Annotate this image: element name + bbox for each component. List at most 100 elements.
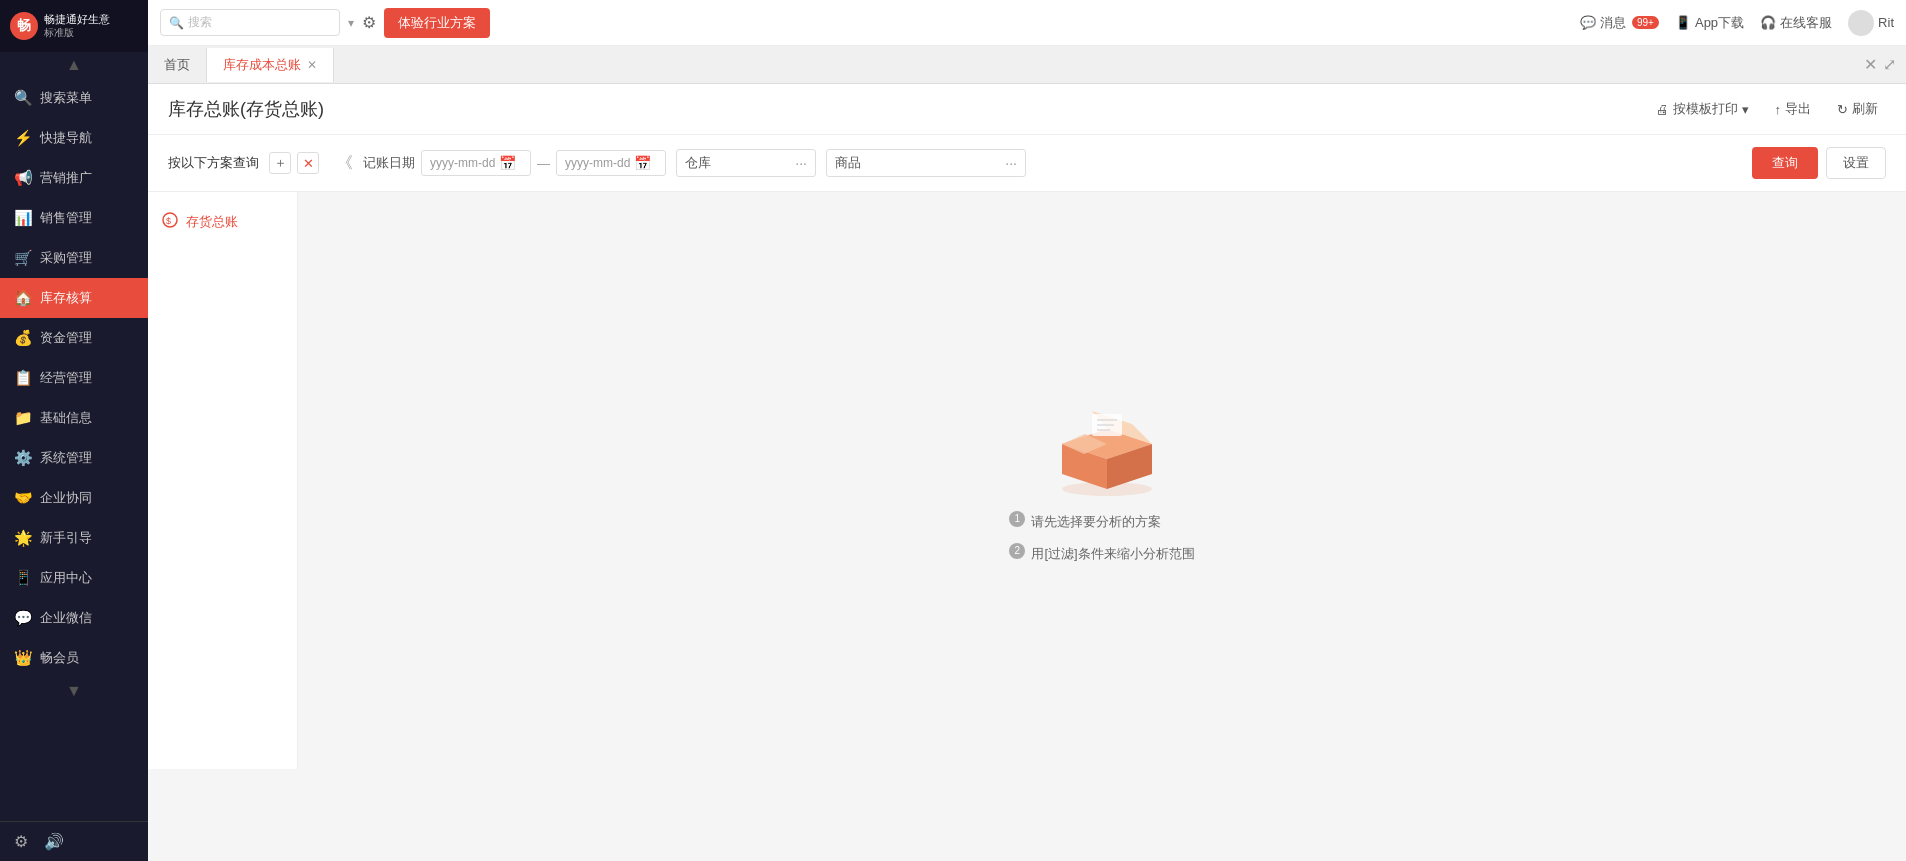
- user-profile[interactable]: Rit: [1848, 10, 1894, 36]
- sidebar-item-inventory[interactable]: 🏠 库存核算: [0, 278, 148, 318]
- sidebar-item-wechat[interactable]: 💬 企业微信: [0, 598, 148, 638]
- sidebar-item-sales[interactable]: 📊 销售管理: [0, 198, 148, 238]
- marketing-icon: 📢: [14, 169, 32, 187]
- sidebar-item-operation[interactable]: 📋 经营管理: [0, 358, 148, 398]
- filter-label: 按以下方案查询: [168, 154, 259, 172]
- print-btn-label: 按模板打印: [1673, 100, 1738, 118]
- filter-collapse-btn[interactable]: 《: [337, 153, 353, 174]
- industry-btn[interactable]: 体验行业方案: [384, 8, 490, 38]
- product-label: 商品: [835, 154, 861, 172]
- messages-badge: 99+: [1632, 16, 1659, 29]
- filter-add-btn[interactable]: ＋: [269, 152, 291, 174]
- avatar: [1848, 10, 1874, 36]
- tabs-bar: 首页 库存成本总账 ✕ ✕ ⤢: [148, 46, 1906, 84]
- calendar-end-icon[interactable]: 📅: [634, 155, 651, 171]
- product-select[interactable]: 商品 ···: [826, 149, 1026, 177]
- tab-home-label: 首页: [164, 56, 190, 74]
- member-icon: 👑: [14, 649, 32, 667]
- date-start-placeholder: yyyy-mm-dd: [430, 156, 495, 170]
- svg-text:$: $: [166, 216, 171, 226]
- export-btn[interactable]: ↑ 导出: [1767, 96, 1820, 122]
- print-icon: 🖨: [1656, 102, 1669, 117]
- empty-tip-2: 2 用[过滤]条件来缩小分析范围: [1009, 541, 1194, 567]
- search-menu-icon: 🔍: [14, 89, 32, 107]
- scroll-up-btn[interactable]: ▲: [0, 52, 148, 78]
- warehouse-ellipsis[interactable]: ···: [795, 155, 807, 171]
- print-chevron: ▾: [1742, 102, 1749, 117]
- date-start-input[interactable]: yyyy-mm-dd 📅: [421, 150, 531, 176]
- tip-num-2: 2: [1009, 543, 1025, 559]
- refresh-btn[interactable]: ↻ 刷新: [1829, 96, 1886, 122]
- messages-btn[interactable]: 💬 消息 99+: [1580, 14, 1659, 32]
- sidebar-item-basic[interactable]: 📁 基础信息: [0, 398, 148, 438]
- tab-home[interactable]: 首页: [148, 48, 207, 82]
- calendar-start-icon[interactable]: 📅: [499, 155, 516, 171]
- warehouse-label: 仓库: [685, 154, 711, 172]
- filter-bar: 按以下方案查询 ＋ ✕ 《 记账日期 yyyy-mm-dd 📅 — yyyy-m…: [148, 135, 1906, 192]
- sidebar-item-label: 系统管理: [40, 449, 92, 467]
- sidebar-item-label: 采购管理: [40, 249, 92, 267]
- tab-inventory-cost[interactable]: 库存成本总账 ✕: [207, 48, 334, 82]
- sidebar-item-search-menu[interactable]: 🔍 搜索菜单: [0, 78, 148, 118]
- left-nav-item-inventory-ledger[interactable]: $ 存货总账: [148, 202, 297, 241]
- sidebar-item-label: 搜索菜单: [40, 89, 92, 107]
- sidebar: 畅 畅捷通好生意 标准版 ▲ 🔍 搜索菜单 ⚡ 快捷导航 📢 营销推广 📊 销售…: [0, 0, 148, 861]
- product-ellipsis[interactable]: ···: [1005, 155, 1017, 171]
- query-btn[interactable]: 查询: [1752, 147, 1818, 179]
- sidebar-item-member[interactable]: 👑 畅会员: [0, 638, 148, 678]
- sidebar-item-quick-nav[interactable]: ⚡ 快捷导航: [0, 118, 148, 158]
- enterprise-icon: 🤝: [14, 489, 32, 507]
- online-service-btn[interactable]: 🎧 在线客服: [1760, 14, 1832, 32]
- app-title: 畅捷通好生意: [44, 12, 110, 26]
- scroll-down-btn[interactable]: ▼: [0, 678, 148, 704]
- quick-nav-icon: ⚡: [14, 129, 32, 147]
- topbar-chevron-icon[interactable]: ▾: [348, 16, 354, 30]
- app-download-btn[interactable]: 📱 App下载: [1675, 14, 1744, 32]
- sidebar-item-label: 营销推广: [40, 169, 92, 187]
- sidebar-item-label: 资金管理: [40, 329, 92, 347]
- sidebar-item-purchase[interactable]: 🛒 采购管理: [0, 238, 148, 278]
- sidebar-item-label: 销售管理: [40, 209, 92, 227]
- sidebar-item-fund[interactable]: 💰 资金管理: [0, 318, 148, 358]
- sidebar-item-label: 经营管理: [40, 369, 92, 387]
- sidebar-item-system[interactable]: ⚙️ 系统管理: [0, 438, 148, 478]
- expand-icon[interactable]: ⤢: [1883, 55, 1896, 74]
- page-title: 库存总账(存货总账): [168, 97, 324, 121]
- topbar: 🔍 搜索 ▾ ⚙ 体验行业方案 💬 消息 99+ 📱 App下载 🎧 在线客服 …: [148, 0, 1906, 46]
- sidebar-item-guide[interactable]: 🌟 新手引导: [0, 518, 148, 558]
- sidebar-item-marketing[interactable]: 📢 营销推广: [0, 158, 148, 198]
- filter-delete-btn[interactable]: ✕: [297, 152, 319, 174]
- app-center-icon: 📱: [14, 569, 32, 587]
- print-btn[interactable]: 🖨 按模板打印 ▾: [1648, 96, 1757, 122]
- sidebar-item-label: 库存核算: [40, 289, 92, 307]
- empty-illustration: [1042, 389, 1162, 489]
- sidebar-item-enterprise[interactable]: 🤝 企业协同: [0, 478, 148, 518]
- settings-icon[interactable]: ⚙: [14, 832, 28, 851]
- sidebar-item-label: 快捷导航: [40, 129, 92, 147]
- topbar-gear-icon[interactable]: ⚙: [362, 13, 376, 32]
- minimize-icon[interactable]: ✕: [1864, 55, 1877, 74]
- system-icon: ⚙️: [14, 449, 32, 467]
- audio-icon[interactable]: 🔊: [44, 832, 64, 851]
- empty-state: 1 请先选择要分析的方案 2 用[过滤]条件来缩小分析范围: [298, 192, 1906, 769]
- sidebar-item-app-center[interactable]: 📱 应用中心: [0, 558, 148, 598]
- export-icon: ↑: [1775, 102, 1782, 117]
- user-name: Rit: [1878, 15, 1894, 30]
- tab-inventory-cost-label: 库存成本总账: [223, 56, 301, 74]
- tab-close-icon[interactable]: ✕: [307, 58, 317, 72]
- inventory-icon: 🏠: [14, 289, 32, 307]
- fund-icon: 💰: [14, 329, 32, 347]
- messages-label: 消息: [1600, 14, 1626, 32]
- sidebar-item-label: 企业微信: [40, 609, 92, 627]
- date-field-label: 记账日期: [363, 154, 415, 172]
- empty-tip-1: 1 请先选择要分析的方案: [1009, 509, 1194, 535]
- set-btn[interactable]: 设置: [1826, 147, 1886, 179]
- warehouse-select[interactable]: 仓库 ···: [676, 149, 816, 177]
- guide-icon: 🌟: [14, 529, 32, 547]
- date-end-input[interactable]: yyyy-mm-dd 📅: [556, 150, 666, 176]
- topbar-search-box[interactable]: 🔍 搜索: [160, 9, 340, 36]
- sidebar-item-label: 企业协同: [40, 489, 92, 507]
- sidebar-item-label: 畅会员: [40, 649, 79, 667]
- export-btn-label: 导出: [1785, 100, 1811, 118]
- message-icon: 💬: [1580, 15, 1596, 30]
